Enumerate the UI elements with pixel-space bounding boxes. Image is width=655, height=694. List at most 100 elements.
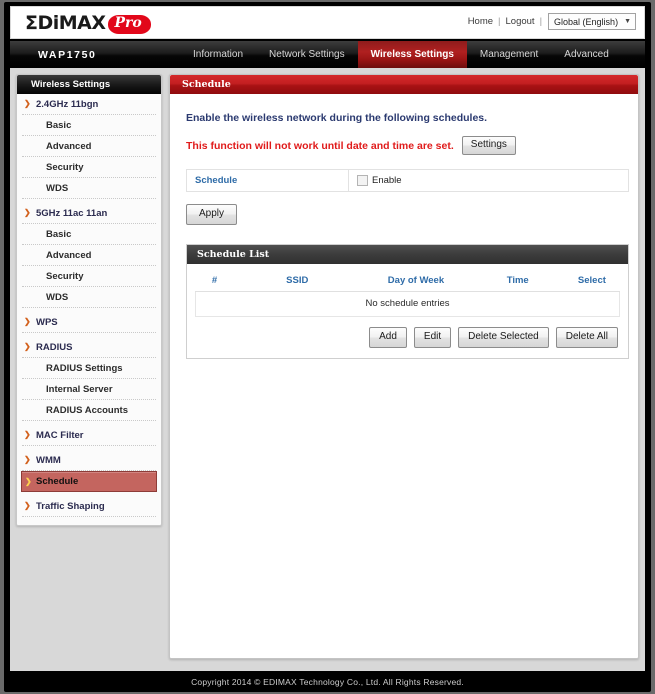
sidebar-item-5ghz-security[interactable]: Security [22,266,156,287]
model-name: WAP1750 [38,48,97,61]
chevron-right-icon: ❯ [24,501,31,510]
logo-pro-badge: Pro [107,15,151,34]
sidebar-title: Wireless Settings [17,75,161,94]
sidebar-item-label: RADIUS Accounts [46,404,128,416]
sidebar: Wireless Settings ❯ 2.4GHz 11bgn Basic A… [16,74,162,526]
sidebar-item-schedule[interactable]: ❯ Schedule [21,471,157,492]
sidebar-item-label: 5GHz 11ac 11an [36,207,108,219]
nav-tab-wireless-settings[interactable]: Wireless Settings [357,41,467,68]
sidebar-item-24ghz-wds[interactable]: WDS [22,178,156,199]
logout-link[interactable]: Logout [502,16,539,27]
sidebar-item-label: Basic [46,119,72,131]
warning-row: This function will not work until date a… [186,136,624,155]
chevron-right-icon: ❯ [25,476,32,486]
warning-text: This function will not work until date a… [186,139,454,152]
sidebar-item-label: RADIUS Settings [46,362,123,374]
sidebar-item-radius[interactable]: ❯ RADIUS [22,337,156,358]
sidebar-item-label: Security [46,270,84,282]
enable-checkbox-label: Enable [372,175,402,186]
schedule-list-body: # SSID Day of Week Time Select No schedu… [187,264,628,358]
sidebar-item-label: WDS [46,291,69,303]
sidebar-item-5ghz-advanced[interactable]: Advanced [22,245,156,266]
edit-button[interactable]: Edit [413,327,452,348]
sidebar-item-5ghz-basic[interactable]: Basic [22,224,156,245]
chevron-right-icon: ❯ [24,455,31,464]
sidebar-item-label: Schedule [36,476,79,487]
sidebar-item-5ghz-wds[interactable]: WDS [22,287,156,308]
header-bar: ΣDiMAX Pro Home | Logout | Global (Engli… [10,6,645,39]
delete-selected-button[interactable]: Delete Selected [458,327,549,348]
schedule-list-table: # SSID Day of Week Time Select No schedu… [195,272,620,317]
sidebar-item-label: 2.4GHz 11bgn [36,98,99,110]
sidebar-item-radius-accounts[interactable]: RADIUS Accounts [22,400,156,421]
copyright-text: Copyright 2014 © EDIMAX Technology Co., … [191,676,464,687]
device-ui-frame: ΣDiMAX Pro Home | Logout | Global (Engli… [4,2,651,692]
nav-tab-management[interactable]: Management [467,41,551,68]
table-row: Schedule Enable [186,169,629,192]
sidebar-item-5ghz-11ac-11an[interactable]: ❯ 5GHz 11ac 11an [22,203,156,224]
column-header-time: Time [471,272,565,292]
intro-text: Enable the wireless network during the f… [186,112,488,124]
sidebar-item-24ghz-advanced[interactable]: Advanced [22,136,156,157]
column-header-number: # [195,272,234,292]
language-select[interactable]: Global (English) ▼ [548,13,636,30]
table-header-row: # SSID Day of Week Time Select [195,272,620,292]
schedule-enable-cell: Enable [348,169,629,192]
nav-tab-network-settings[interactable]: Network Settings [256,41,358,68]
sidebar-item-wps[interactable]: ❯ WPS [22,312,156,333]
sidebar-item-traffic-shaping[interactable]: ❯ Traffic Shaping [22,496,156,517]
column-header-day-of-week: Day of Week [360,272,472,292]
sidebar-item-internal-server[interactable]: Internal Server [22,379,156,400]
logo-wordmark: ΣDiMAX [25,12,106,34]
language-select-value: Global (English) [554,16,619,27]
sidebar-item-24ghz-security[interactable]: Security [22,157,156,178]
panel-body: Enable the wireless network during the f… [170,94,638,359]
enable-checkbox-wrapper[interactable]: Enable [357,175,620,186]
schedule-list-box: Schedule List # SSID Day of Week Time Se… [186,244,629,359]
page-root: ΣDiMAX Pro Home | Logout | Global (Engli… [0,0,655,694]
link-separator-2: | [539,16,543,27]
main-panel: Schedule Enable the wireless network dur… [169,74,639,659]
sidebar-item-wmm[interactable]: ❯ WMM [22,450,156,471]
apply-row: Apply [186,203,624,225]
main-navigation: WAP1750 Information Network Settings Wir… [10,41,645,68]
sidebar-item-radius-settings[interactable]: RADIUS Settings [22,358,156,379]
column-header-select: Select [564,272,620,292]
apply-button[interactable]: Apply [186,204,238,225]
nav-tab-advanced[interactable]: Advanced [551,41,621,68]
chevron-down-icon: ▼ [624,18,631,25]
table-row-empty: No schedule entries [195,291,620,317]
page-title: Schedule [170,75,638,94]
home-link[interactable]: Home [464,16,497,27]
column-header-ssid: SSID [233,272,361,292]
delete-all-button[interactable]: Delete All [555,327,618,348]
chevron-right-icon: ❯ [24,208,31,217]
sidebar-item-label: Internal Server [46,383,113,395]
chevron-right-icon: ❯ [24,430,31,439]
sidebar-item-label: Traffic Shaping [36,500,105,512]
chevron-right-icon: ❯ [24,317,31,326]
chevron-right-icon: ❯ [24,342,31,351]
sidebar-item-24ghz-11bgn[interactable]: ❯ 2.4GHz 11bgn [22,94,156,115]
nav-tab-information[interactable]: Information [180,41,256,68]
sidebar-item-label: WDS [46,182,69,194]
sidebar-item-label: Security [46,161,84,173]
sidebar-item-label: MAC Filter [36,429,84,441]
edimax-logo: ΣDiMAX Pro [25,13,151,34]
sidebar-item-label: Advanced [46,140,92,152]
schedule-list-actions: Add Edit Delete Selected Delete All [195,327,620,348]
schedule-enable-table: Schedule Enable [186,169,629,192]
chevron-right-icon: ❯ [24,99,31,108]
sidebar-item-label: WMM [36,454,61,466]
sidebar-item-mac-filter[interactable]: ❯ MAC Filter [22,425,156,446]
enable-checkbox[interactable] [357,175,368,186]
footer: Copyright 2014 © EDIMAX Technology Co., … [10,673,645,690]
content-area: Wireless Settings ❯ 2.4GHz 11bgn Basic A… [10,68,645,671]
settings-button[interactable]: Settings [461,136,516,155]
sidebar-item-24ghz-basic[interactable]: Basic [22,115,156,136]
sidebar-item-label: Basic [46,228,72,240]
sidebar-item-label: WPS [36,316,58,328]
schedule-list-title: Schedule List [187,245,628,264]
add-button[interactable]: Add [369,327,407,348]
sidebar-item-label: RADIUS [36,341,73,353]
